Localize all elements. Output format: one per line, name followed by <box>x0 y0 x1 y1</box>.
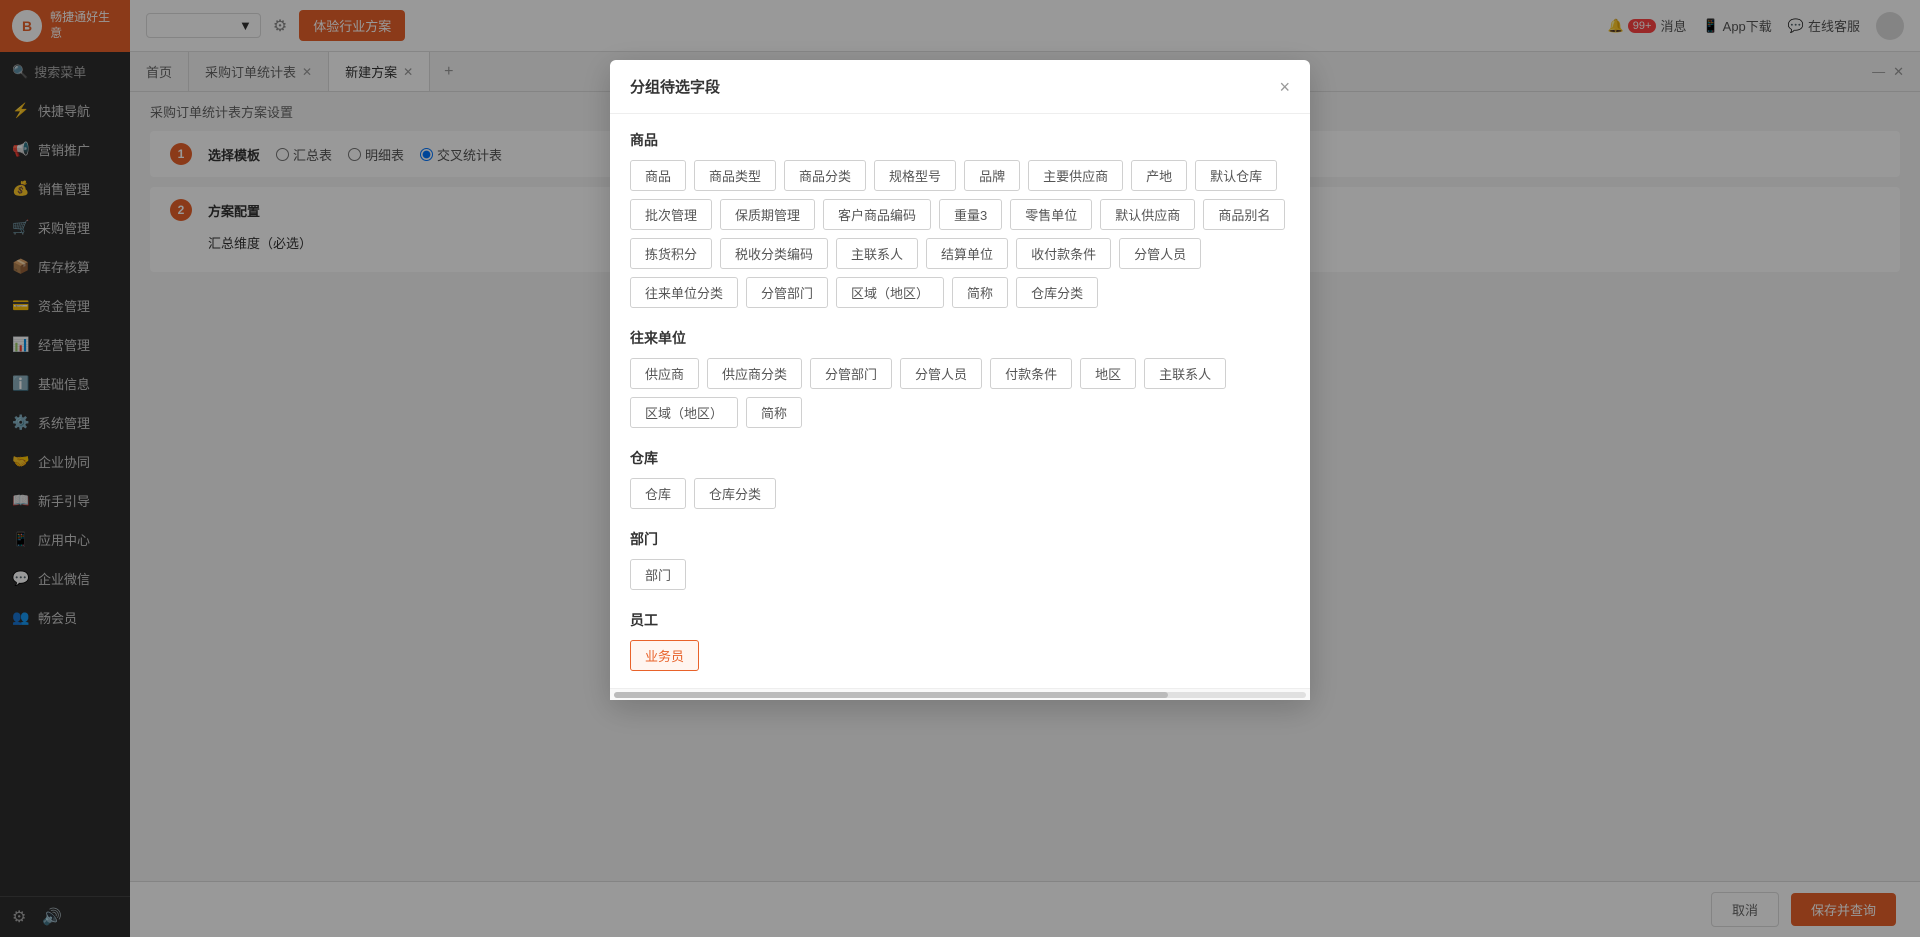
field-tag-pickup-points[interactable]: 拣货积分 <box>630 238 712 269</box>
field-tag-spec-type[interactable]: 规格型号 <box>874 160 956 191</box>
field-section-title-product: 商品 <box>630 130 1290 150</box>
field-section-employee: 员工业务员 <box>630 610 1290 671</box>
field-tag-dep[interactable]: 部门 <box>630 559 686 590</box>
modal-title: 分组待选字段 <box>630 76 720 97</box>
field-tags-warehouse: 仓库仓库分类 <box>630 478 1290 509</box>
field-section-product: 商品商品商品类型商品分类规格型号品牌主要供应商产地默认仓库批次管理保质期管理客户… <box>630 130 1290 308</box>
field-tag-contact[interactable]: 主联系人 <box>1144 358 1226 389</box>
field-tag-supplier-category[interactable]: 供应商分类 <box>707 358 802 389</box>
field-tag-area[interactable]: 区域（地区） <box>630 397 738 428</box>
field-tag-default-supplier[interactable]: 默认供应商 <box>1100 199 1195 230</box>
field-tag-supervisor[interactable]: 分管人员 <box>1119 238 1201 269</box>
modal-body[interactable]: 商品商品商品类型商品分类规格型号品牌主要供应商产地默认仓库批次管理保质期管理客户… <box>610 114 1310 688</box>
field-tag-product-alias[interactable]: 商品别名 <box>1203 199 1285 230</box>
field-section-partner: 往来单位供应商供应商分类分管部门分管人员付款条件地区主联系人区域（地区） 简称 <box>630 328 1290 428</box>
field-tags-department: 部门 <box>630 559 1290 590</box>
field-tag-region[interactable]: 地区 <box>1080 358 1136 389</box>
field-tag-salesperson[interactable]: 业务员 <box>630 640 699 671</box>
field-section-title-employee: 员工 <box>630 610 1290 630</box>
field-tag-region-area[interactable]: 区域（地区） <box>836 277 944 308</box>
field-section-department: 部门部门 <box>630 529 1290 590</box>
field-tags-partner: 供应商供应商分类分管部门分管人员付款条件地区主联系人区域（地区） 简称 <box>630 358 1290 428</box>
modal-horizontal-scrollbar[interactable] <box>610 688 1310 700</box>
field-tag-customer-code[interactable]: 客户商品编码 <box>823 199 931 230</box>
field-tag-wh[interactable]: 仓库 <box>630 478 686 509</box>
field-tag-abbr[interactable]: 简称 <box>746 397 802 428</box>
modal-dialog: 分组待选字段 × 商品商品商品类型商品分类规格型号品牌主要供应商产地默认仓库批次… <box>610 60 1310 700</box>
modal-hscroll-track <box>614 692 1306 698</box>
field-tag-source-unit-category[interactable]: 往来单位分类 <box>630 277 738 308</box>
field-section-warehouse: 仓库仓库仓库分类 <box>630 448 1290 509</box>
field-tag-weight3[interactable]: 重量3 <box>939 199 1002 230</box>
field-tag-dept[interactable]: 分管部门 <box>810 358 892 389</box>
field-tag-payment-terms[interactable]: 收付款条件 <box>1016 238 1111 269</box>
field-tag-default-warehouse[interactable]: 默认仓库 <box>1195 160 1277 191</box>
modal-hscroll-thumb <box>614 692 1168 698</box>
field-tag-payment-condition[interactable]: 付款条件 <box>990 358 1072 389</box>
field-section-title-partner: 往来单位 <box>630 328 1290 348</box>
field-tag-shelf-life-mgmt[interactable]: 保质期管理 <box>720 199 815 230</box>
field-tag-main-contact[interactable]: 主联系人 <box>836 238 918 269</box>
modal-close-button[interactable]: × <box>1279 78 1290 96</box>
field-tag-wh-cat[interactable]: 仓库分类 <box>694 478 776 509</box>
field-tags-employee: 业务员 <box>630 640 1290 671</box>
modal-header: 分组待选字段 × <box>610 60 1310 114</box>
field-tag-retail-unit[interactable]: 零售单位 <box>1010 199 1092 230</box>
field-tag-short-name[interactable]: 简称 <box>952 277 1008 308</box>
field-tag-settlement-unit[interactable]: 结算单位 <box>926 238 1008 269</box>
field-tag-dept-mgr[interactable]: 分管人员 <box>900 358 982 389</box>
field-tag-supplier[interactable]: 供应商 <box>630 358 699 389</box>
modal-overlay: 分组待选字段 × 商品商品商品类型商品分类规格型号品牌主要供应商产地默认仓库批次… <box>0 0 1920 937</box>
field-tag-main-supplier[interactable]: 主要供应商 <box>1028 160 1123 191</box>
field-tag-tax-code[interactable]: 税收分类编码 <box>720 238 828 269</box>
field-tag-product[interactable]: 商品 <box>630 160 686 191</box>
field-section-title-warehouse: 仓库 <box>630 448 1290 468</box>
field-tag-batch-mgmt[interactable]: 批次管理 <box>630 199 712 230</box>
field-tag-product-category[interactable]: 商品分类 <box>784 160 866 191</box>
field-tag-origin[interactable]: 产地 <box>1131 160 1187 191</box>
field-section-title-department: 部门 <box>630 529 1290 549</box>
field-tag-brand[interactable]: 品牌 <box>964 160 1020 191</box>
field-tag-warehouse-category[interactable]: 仓库分类 <box>1016 277 1098 308</box>
field-tag-product-type[interactable]: 商品类型 <box>694 160 776 191</box>
field-tag-manage-dept[interactable]: 分管部门 <box>746 277 828 308</box>
field-tags-product: 商品商品类型商品分类规格型号品牌主要供应商产地默认仓库批次管理保质期管理客户商品… <box>630 160 1290 308</box>
